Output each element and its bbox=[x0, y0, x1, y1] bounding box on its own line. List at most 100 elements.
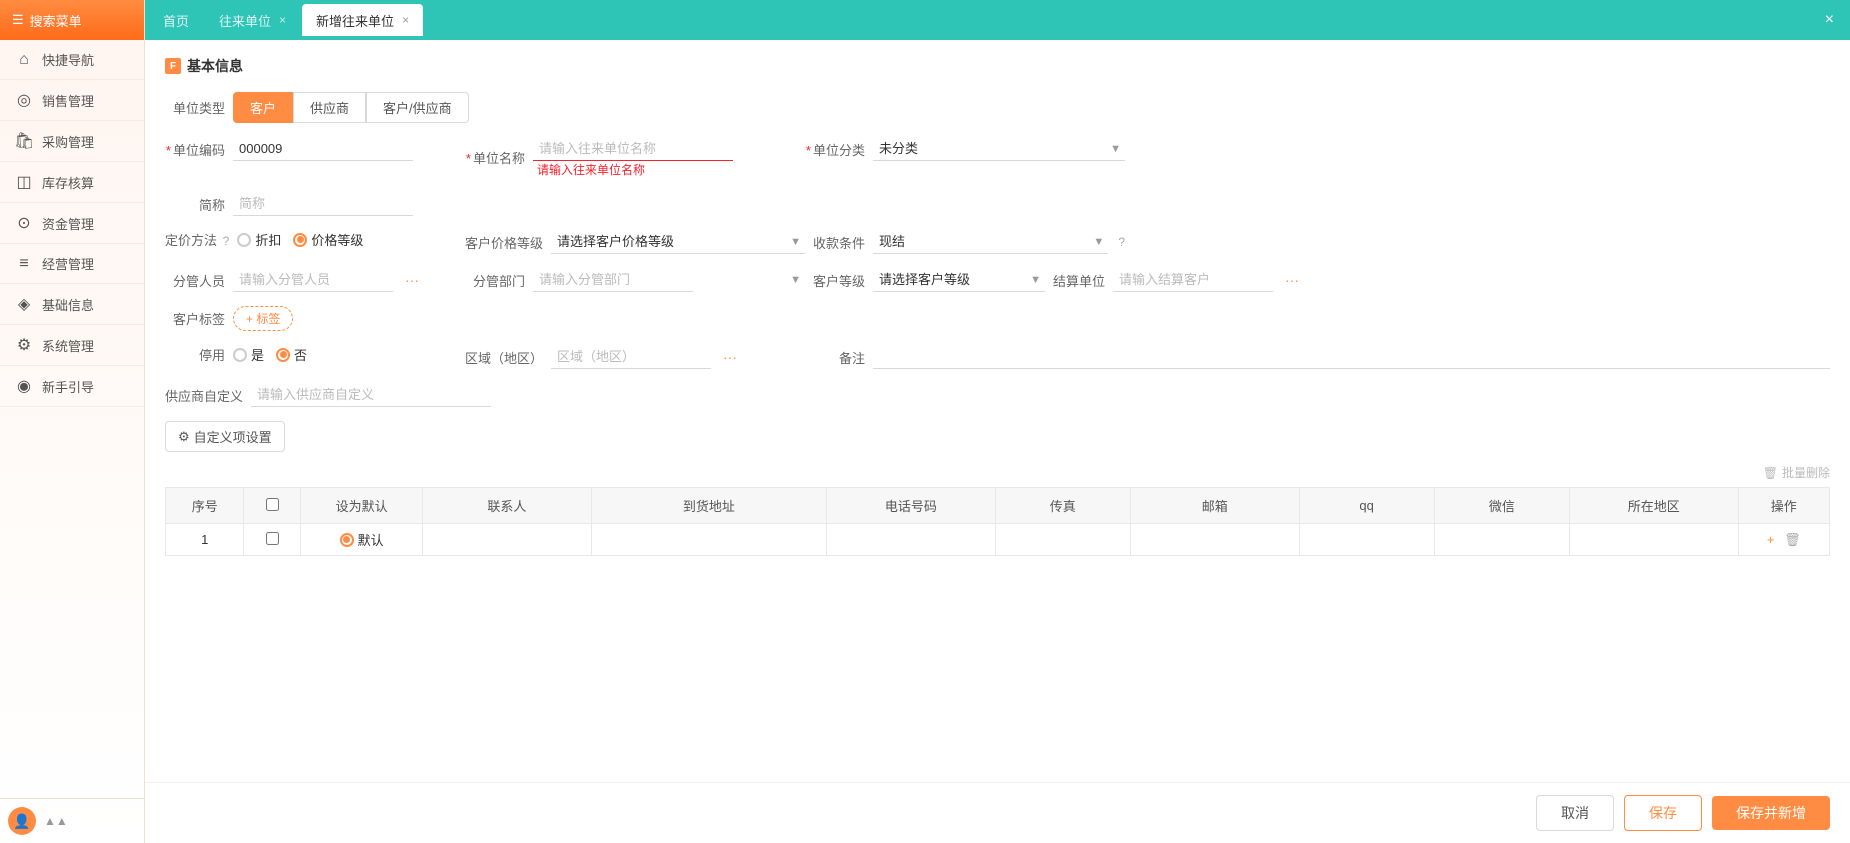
qq-input[interactable] bbox=[1337, 532, 1397, 547]
address-input[interactable] bbox=[649, 532, 769, 547]
settlement-field: 结算单位 ··· bbox=[1045, 268, 1345, 292]
row-region-input[interactable] bbox=[1614, 532, 1694, 547]
unit-name-field: *单位名称 请输入往来单位名称 bbox=[465, 137, 805, 178]
unit-category-select[interactable]: 未分类 bbox=[873, 137, 1125, 161]
phone-input[interactable] bbox=[871, 532, 951, 547]
row-delete-btn[interactable]: 🗑 bbox=[1784, 532, 1801, 547]
region-input[interactable] bbox=[551, 345, 711, 369]
section-title-text: 基本信息 bbox=[187, 56, 243, 76]
table-header: 序号设为默认联系人到货地址电话号码传真邮箱qq微信所在地区操作 bbox=[166, 488, 1830, 524]
sidebar-item-basics[interactable]: ◈基础信息 bbox=[0, 284, 144, 325]
sidebar-footer: 👤 ▲▲ bbox=[0, 798, 144, 843]
pricing-field: 定价方法 ? 折扣 价格等级 bbox=[165, 230, 465, 249]
customer-price-select[interactable]: 请选择客户价格等级 bbox=[551, 230, 805, 254]
supplier-custom-input[interactable] bbox=[251, 383, 491, 407]
sidebar-item-purchase[interactable]: 🛍 采购管理 bbox=[0, 121, 144, 162]
sidebar-icon-sales: ◎ bbox=[14, 90, 34, 110]
both-type-btn[interactable]: 客户/供应商 bbox=[366, 92, 469, 123]
tab-close-partners[interactable]: × bbox=[279, 13, 286, 27]
unit-type-label: 单位类型 bbox=[165, 98, 225, 117]
supplier-custom-field: 供应商自定义 bbox=[165, 383, 565, 407]
table-header-传真: 传真 bbox=[995, 488, 1130, 524]
sidebar-footer-label: ▲▲ bbox=[44, 814, 68, 828]
row-checkbox[interactable] bbox=[266, 532, 279, 545]
sidebar-icon-inventory: ◫ bbox=[14, 172, 34, 192]
tab-close-new-partner[interactable]: × bbox=[402, 13, 409, 27]
pricing-discount-radio[interactable]: 折扣 bbox=[237, 230, 281, 249]
payment-terms-help-icon[interactable]: ? bbox=[1118, 235, 1125, 249]
shortname-input[interactable] bbox=[233, 192, 413, 216]
supplier-type-btn[interactable]: 供应商 bbox=[293, 92, 366, 123]
sidebar-label-sales: 销售管理 bbox=[42, 91, 94, 110]
batch-delete-icon: 🗑 bbox=[1763, 466, 1778, 480]
customer-level-select[interactable]: 请选择客户等级 bbox=[873, 268, 1045, 292]
wechat-input[interactable] bbox=[1472, 532, 1532, 547]
no-radio-dot bbox=[280, 351, 287, 358]
tab-label-partners: 往来单位 bbox=[219, 11, 271, 30]
unit-code-field: *单位编码 bbox=[165, 137, 465, 161]
row-default-label: 默认 bbox=[358, 530, 384, 549]
tab-partners[interactable]: 往来单位 × bbox=[205, 4, 300, 36]
tab-new-partner[interactable]: 新增往来单位× bbox=[302, 4, 423, 36]
sidebar-item-operations[interactable]: ≡经营管理 bbox=[0, 244, 144, 284]
row-add-btn[interactable]: + bbox=[1767, 532, 1775, 547]
table-header- bbox=[244, 488, 301, 524]
row-email bbox=[1130, 524, 1299, 556]
row-region bbox=[1569, 524, 1738, 556]
supplier-custom-label: 供应商自定义 bbox=[165, 386, 243, 405]
save-and-new-button[interactable]: 保存并新增 bbox=[1712, 796, 1830, 830]
dept-input[interactable] bbox=[533, 268, 693, 292]
payment-terms-select-wrapper: 现结 ▼ bbox=[873, 230, 1108, 254]
sidebar-item-newguide[interactable]: ◉新手引导 bbox=[0, 366, 144, 407]
unit-name-input[interactable] bbox=[533, 137, 733, 161]
table-header-联系人: 联系人 bbox=[423, 488, 592, 524]
pricing-help-icon[interactable]: ? bbox=[223, 234, 230, 248]
batch-delete-label[interactable]: 批量删除 bbox=[1782, 464, 1830, 481]
select-all-checkbox[interactable] bbox=[266, 498, 279, 511]
row-default-radio[interactable]: 默认 bbox=[311, 530, 412, 549]
level-radio-circle bbox=[293, 233, 307, 247]
note-input[interactable] bbox=[873, 345, 1830, 369]
region-label: 区域（地区） bbox=[465, 348, 543, 367]
contact-input[interactable] bbox=[467, 532, 547, 547]
manager-more-btn[interactable]: ··· bbox=[401, 272, 423, 288]
customer-type-btn[interactable]: 客户 bbox=[233, 92, 293, 123]
fax-input[interactable] bbox=[1033, 532, 1093, 547]
tab-home[interactable]: 首页 bbox=[149, 4, 203, 36]
tab-label-home: 首页 bbox=[163, 11, 189, 30]
sidebar-item-quick-nav[interactable]: ⌂快捷导航 bbox=[0, 40, 144, 80]
sidebar-icon-purchase: 🛍 bbox=[14, 131, 34, 151]
save-button[interactable]: 保存 bbox=[1624, 795, 1702, 831]
shortname-field: 简称 bbox=[165, 192, 465, 216]
sidebar-item-inventory[interactable]: ◫库存核算 bbox=[0, 162, 144, 203]
disable-no-radio[interactable]: 否 bbox=[276, 345, 307, 364]
row-contact bbox=[423, 524, 592, 556]
disable-yes-radio[interactable]: 是 bbox=[233, 345, 264, 364]
user-avatar: 👤 bbox=[8, 807, 36, 835]
email-input[interactable] bbox=[1175, 532, 1255, 547]
add-tag-button[interactable]: + 标签 bbox=[233, 306, 293, 331]
sidebar-item-sales[interactable]: ◎ 销售管理 bbox=[0, 80, 144, 121]
cancel-button[interactable]: 取消 bbox=[1536, 795, 1614, 831]
sidebar-label-operations: 经营管理 bbox=[42, 254, 94, 273]
sidebar-label-purchase: 采购管理 bbox=[42, 132, 94, 151]
manager-input[interactable] bbox=[233, 268, 393, 292]
dept-select-wrapper: ▼ bbox=[533, 268, 805, 292]
region-more-btn[interactable]: ··· bbox=[719, 349, 741, 365]
row-checkbox-cell bbox=[244, 524, 301, 556]
close-all-button[interactable]: × bbox=[1813, 11, 1846, 29]
sidebar-item-system[interactable]: ⚙系统管理 bbox=[0, 325, 144, 366]
pricing-level-radio[interactable]: 价格等级 bbox=[293, 230, 363, 249]
customer-level-field: 客户等级 请选择客户等级 ▼ bbox=[805, 268, 1045, 292]
settlement-more-btn[interactable]: ··· bbox=[1281, 272, 1303, 288]
unit-code-input[interactable] bbox=[233, 137, 413, 161]
sidebar-item-finance[interactable]: ⊙资金管理 bbox=[0, 203, 144, 244]
custom-settings-btn[interactable]: ⚙ 自定义项设置 bbox=[165, 421, 285, 452]
sidebar-search[interactable]: ☰ 搜索菜单 bbox=[0, 0, 144, 40]
customer-price-label: 客户价格等级 bbox=[465, 233, 543, 252]
custom-settings-label: 自定义项设置 bbox=[194, 427, 272, 446]
payment-terms-select[interactable]: 现结 bbox=[873, 230, 1108, 254]
disable-field: 停用 是 否 bbox=[165, 345, 465, 364]
settlement-input[interactable] bbox=[1113, 268, 1273, 292]
tags-field: 客户标签 + 标签 bbox=[165, 306, 1830, 331]
